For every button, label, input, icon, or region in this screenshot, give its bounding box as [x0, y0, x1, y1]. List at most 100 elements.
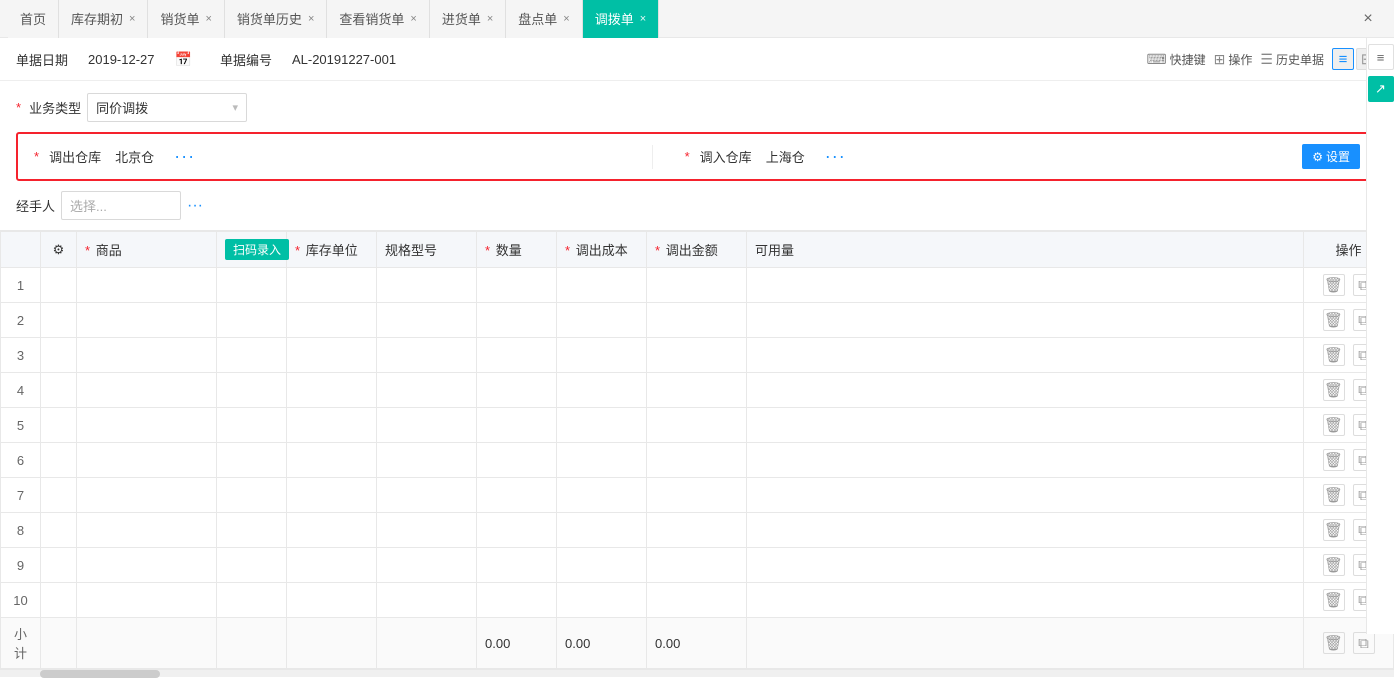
row-delete-icon-4[interactable]: 🗑 [1323, 379, 1345, 401]
list-view-btn[interactable]: ≡ [1332, 48, 1354, 70]
row-delete-icon-10[interactable]: 🗑 [1323, 589, 1345, 611]
tab-sales-history-close[interactable]: × [308, 13, 314, 25]
person-more-icon[interactable]: ··· [187, 197, 203, 215]
row-index-9: 9 [1, 548, 41, 583]
row-product-6[interactable] [77, 443, 217, 478]
row-product-3[interactable] [77, 338, 217, 373]
row-delete-icon-3[interactable]: 🗑 [1323, 344, 1345, 366]
th-avail: 可用量 [747, 232, 1304, 268]
tab-inventory-init-close[interactable]: × [129, 13, 135, 25]
subtotal-amount: 0.00 [647, 618, 747, 669]
row-gear-5 [41, 408, 77, 443]
sidebar-export-btn[interactable]: ↗ [1368, 76, 1394, 102]
subtotal-delete-icon[interactable]: 🗑 [1323, 632, 1345, 654]
table-row: 10 🗑 ⧉ [1, 583, 1394, 618]
table-row: 4 🗑 ⧉ [1, 373, 1394, 408]
amount-required-star: * [655, 243, 660, 258]
row-avail-10 [747, 583, 1304, 618]
row-cost-3 [557, 338, 647, 373]
history-link[interactable]: ☰ 历史单据 [1260, 51, 1324, 68]
tab-view-sales[interactable]: 查看销货单 × [327, 0, 429, 38]
calendar-icon[interactable]: 📅 [175, 51, 192, 68]
tab-view-sales-close[interactable]: × [410, 13, 416, 25]
th-product: * 商品 [77, 232, 217, 268]
subtotal-label: 小计 [14, 627, 27, 661]
scrollbar-thumb[interactable] [40, 670, 160, 678]
row-product-1[interactable] [77, 268, 217, 303]
subtotal-scan [217, 618, 287, 669]
shortcuts-link[interactable]: ⌨ 快捷键 [1146, 51, 1205, 68]
tab-transfer-order-close[interactable]: × [640, 13, 646, 25]
tab-inventory-check[interactable]: 盘点单 × [506, 0, 582, 38]
row-delete-icon-6[interactable]: 🗑 [1323, 449, 1345, 471]
row-qty-5 [477, 408, 557, 443]
subtotal-index: 小计 [1, 618, 41, 669]
th-gear[interactable]: ⚙ [41, 232, 77, 268]
warehouse-out-value: 北京仓 [115, 147, 154, 166]
subtotal-product [77, 618, 217, 669]
subtotal-copy-icon[interactable]: ⧉ [1353, 632, 1375, 654]
tab-sales-order[interactable]: 销货单 × [148, 0, 224, 38]
subtotal-qty-value: 0.00 [485, 636, 510, 651]
scan-entry-btn[interactable]: 扫码录入 [225, 239, 289, 260]
row-amount-10 [647, 583, 747, 618]
tab-purchase-order-close[interactable]: × [487, 13, 493, 25]
subtotal-cost-value: 0.00 [565, 636, 590, 651]
row-product-10[interactable] [77, 583, 217, 618]
row-unit-1 [287, 268, 377, 303]
row-unit-8 [287, 513, 377, 548]
row-qty-9 [477, 548, 557, 583]
row-spec-6 [377, 443, 477, 478]
row-amount-4 [647, 373, 747, 408]
row-gear-4 [41, 373, 77, 408]
row-delete-icon-9[interactable]: 🗑 [1323, 554, 1345, 576]
row-amount-2 [647, 303, 747, 338]
operations-link[interactable]: ⊞ 操作 [1214, 51, 1253, 68]
row-delete-icon-2[interactable]: 🗑 [1323, 309, 1345, 331]
business-type-select[interactable]: 同价调拨 ▾ [87, 93, 247, 122]
business-type-required: * [16, 100, 21, 115]
row-avail-1 [747, 268, 1304, 303]
horizontal-scrollbar[interactable] [0, 669, 1394, 677]
row-product-7[interactable] [77, 478, 217, 513]
business-type-value: 同价调拨 [96, 98, 148, 117]
row-product-8[interactable] [77, 513, 217, 548]
row-spec-9 [377, 548, 477, 583]
row-delete-icon-7[interactable]: 🗑 [1323, 484, 1345, 506]
tab-transfer-order[interactable]: 调拨单 × [583, 0, 659, 38]
row-index-4: 4 [1, 373, 41, 408]
window-close-button[interactable]: × [1350, 0, 1386, 38]
th-spec: 规格型号 [377, 232, 477, 268]
row-product-5[interactable] [77, 408, 217, 443]
operations-icon: ⊞ [1214, 51, 1226, 68]
row-product-9[interactable] [77, 548, 217, 583]
tab-home[interactable]: 首页 [8, 0, 59, 38]
row-gear-6 [41, 443, 77, 478]
warehouse-out-field: * 调出仓库 北京仓 ··· [34, 146, 620, 167]
tab-sales-order-close[interactable]: × [205, 13, 211, 25]
row-spec-1 [377, 268, 477, 303]
warehouse-out-more-icon[interactable]: ··· [174, 146, 195, 167]
settings-button[interactable]: ⚙ 设置 [1302, 144, 1360, 169]
sidebar-list-btn[interactable]: ≡ [1368, 44, 1394, 70]
row-product-2[interactable] [77, 303, 217, 338]
tab-home-label: 首页 [20, 9, 46, 28]
warehouse-in-more-icon[interactable]: ··· [825, 146, 846, 167]
row-amount-5 [647, 408, 747, 443]
chevron-down-icon: ▾ [233, 101, 239, 114]
person-select[interactable]: 选择... [61, 191, 181, 220]
table-header-row: ⚙ * 商品 扫码录入 * 库存单位 规格型号 [1, 232, 1394, 268]
row-qty-7 [477, 478, 557, 513]
tab-sales-history[interactable]: 销货单历史 × [225, 0, 327, 38]
subtotal-cost: 0.00 [557, 618, 647, 669]
tab-purchase-order[interactable]: 进货单 × [430, 0, 506, 38]
row-gear-8 [41, 513, 77, 548]
row-spec-10 [377, 583, 477, 618]
person-row: 经手人 选择... ··· [0, 191, 1394, 230]
row-delete-icon-1[interactable]: 🗑 [1323, 274, 1345, 296]
tab-inventory-check-close[interactable]: × [563, 13, 569, 25]
row-delete-icon-5[interactable]: 🗑 [1323, 414, 1345, 436]
tab-inventory-init[interactable]: 库存期初 × [59, 0, 148, 38]
row-delete-icon-8[interactable]: 🗑 [1323, 519, 1345, 541]
row-product-4[interactable] [77, 373, 217, 408]
